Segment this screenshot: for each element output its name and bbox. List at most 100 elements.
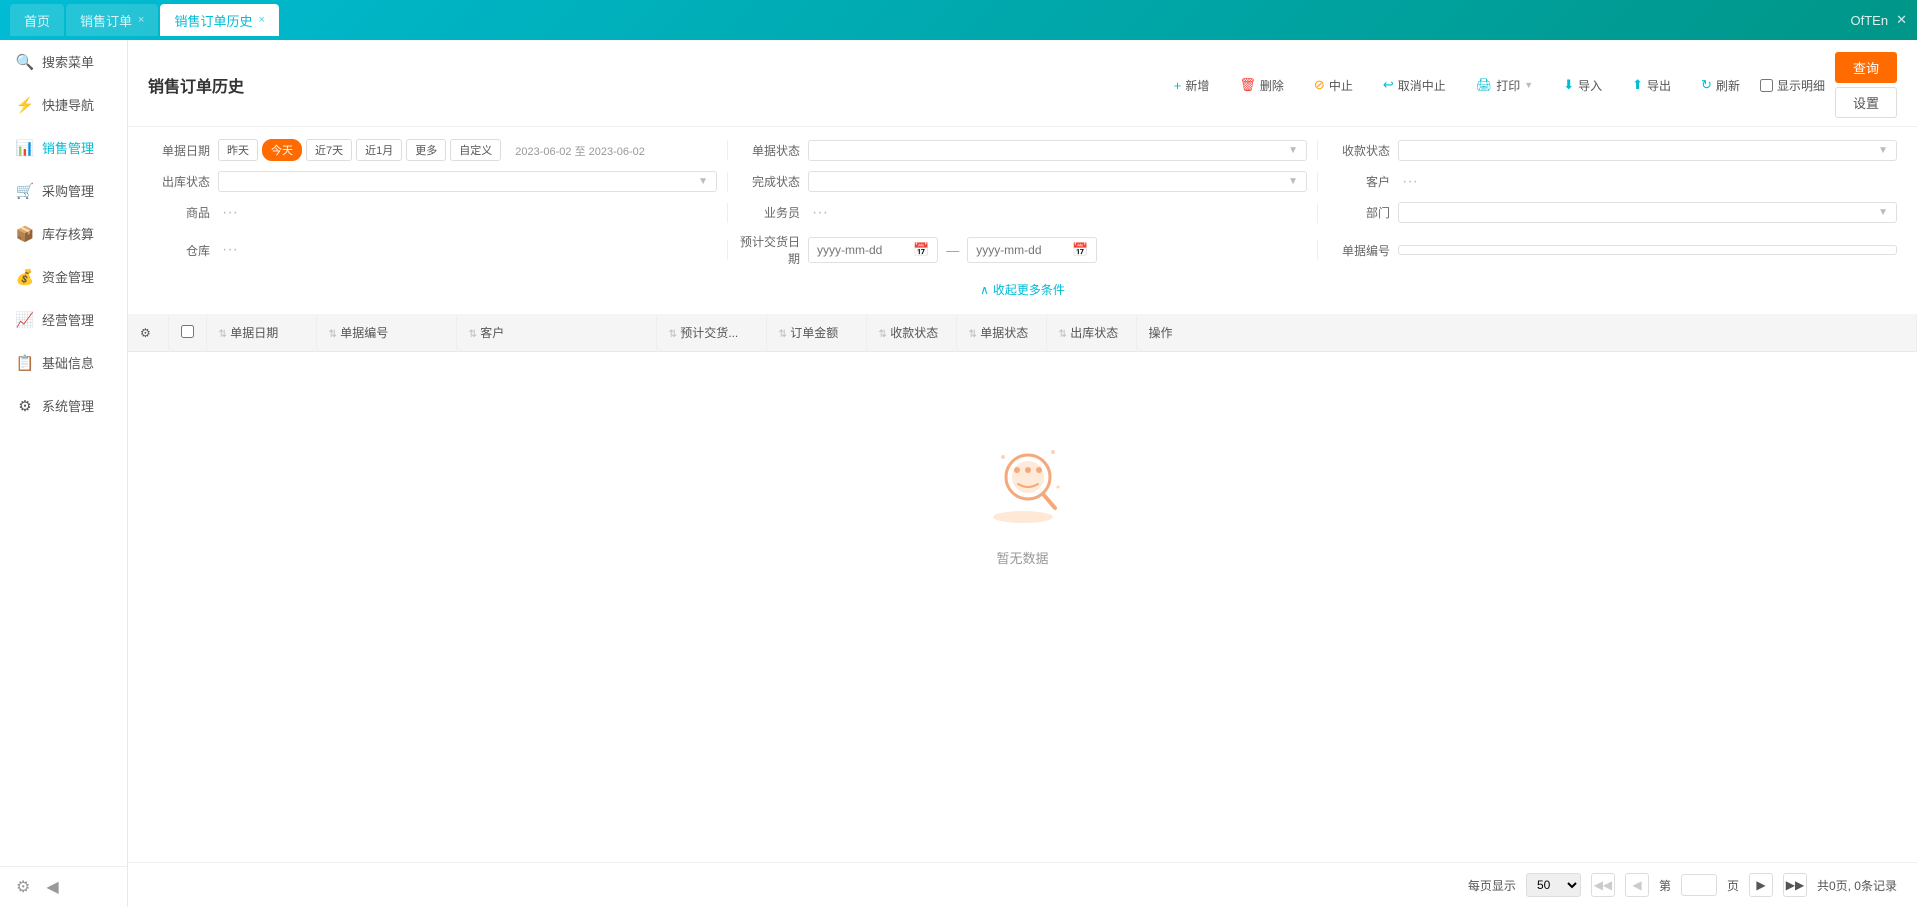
collapse-up-icon: ∧ xyxy=(980,283,989,297)
sidebar-operations-label: 经营管理 xyxy=(42,310,94,329)
divider-2 xyxy=(1317,140,1318,160)
tab-sales-order-history-close[interactable]: × xyxy=(258,14,264,26)
delivery-date-label: 预计交货日期 xyxy=(738,233,808,267)
stop-label: 中止 xyxy=(1329,77,1353,94)
import-label: 导入 xyxy=(1578,77,1602,94)
sidebar-item-search[interactable]: 🔍 搜索菜单 xyxy=(0,40,127,83)
col-settings-icon[interactable]: ⚙ xyxy=(140,326,151,340)
complete-status-select[interactable]: ▼ xyxy=(808,171,1307,192)
tab-sales-order-close[interactable]: × xyxy=(138,14,144,26)
sidebar-system-label: 系统管理 xyxy=(42,396,94,415)
settings-button[interactable]: 设置 xyxy=(1835,87,1897,118)
page-number-input[interactable]: 1 xyxy=(1681,874,1717,896)
tab-bar: 首页 销售订单 × 销售订单历史 × xyxy=(10,4,1851,36)
sidebar-item-system[interactable]: ⚙ 系统管理 xyxy=(0,384,127,427)
complete-status-label: 完成状态 xyxy=(738,173,808,190)
customer-field: ··· xyxy=(1398,173,1897,191)
col-customer-label: 客户 xyxy=(480,326,504,340)
filter-row-4: 仓库 ··· 预计交货日期 📅 — 📅 xyxy=(148,233,1897,267)
sidebar-collapse-icon[interactable]: ◀ xyxy=(46,877,58,897)
sidebar-settings-icon[interactable]: ⚙ xyxy=(16,877,30,897)
col-amount[interactable]: ⇅ 订单金额 xyxy=(766,314,866,352)
delivery-date-to[interactable]: 📅 xyxy=(967,237,1097,263)
warehouse-status-field: ▼ xyxy=(218,171,717,192)
col-delivery-label: 预计交货... xyxy=(680,326,738,340)
col-amount-label: 订单金额 xyxy=(790,326,838,340)
sidebar-quick-nav-label: 快捷导航 xyxy=(42,95,94,114)
tab-sales-order-history[interactable]: 销售订单历史 × xyxy=(160,4,278,36)
delete-button[interactable]: 🗑 删除 xyxy=(1229,72,1294,99)
order-no-input[interactable] xyxy=(1398,245,1897,255)
often-label: OfTEn xyxy=(1851,13,1889,28)
query-button[interactable]: 查询 xyxy=(1835,52,1897,83)
col-settings[interactable]: ⚙ xyxy=(128,314,168,352)
customer-dots-btn[interactable]: ··· xyxy=(1398,173,1422,191)
date-custom[interactable]: 自定义 xyxy=(450,139,501,161)
import-button[interactable]: ⬇ 导入 xyxy=(1553,72,1612,99)
cancel-stop-button[interactable]: ↩ 取消中止 xyxy=(1373,72,1456,99)
col-customer[interactable]: ⇅ 客户 xyxy=(456,314,656,352)
sidebar-sales-label: 销售管理 xyxy=(42,138,94,157)
order-status-select[interactable]: ▼ xyxy=(808,140,1307,161)
date-7days[interactable]: 近7天 xyxy=(306,139,352,161)
col-warehouse-status[interactable]: ⇅ 出库状态 xyxy=(1046,314,1136,352)
export-button[interactable]: ⬆ 导出 xyxy=(1622,72,1681,99)
sidebar-item-operations[interactable]: 📈 经营管理 xyxy=(0,298,127,341)
col-date[interactable]: ⇅ 单据日期 xyxy=(206,314,316,352)
divider-4 xyxy=(1317,172,1318,192)
date-label: 单据日期 xyxy=(148,142,218,159)
delivery-date-from-input[interactable] xyxy=(817,243,907,257)
tab-home-label: 首页 xyxy=(24,11,50,30)
sidebar-item-finance[interactable]: 💰 资金管理 xyxy=(0,255,127,298)
calendar-from-icon: 📅 xyxy=(913,242,929,258)
col-check[interactable] xyxy=(168,314,206,352)
salesperson-dots-btn[interactable]: ··· xyxy=(808,204,832,222)
sidebar-item-purchase[interactable]: 🛒 采购管理 xyxy=(0,169,127,212)
tab-sales-order[interactable]: 销售订单 × xyxy=(66,4,158,36)
stop-button[interactable]: ⊘ 中止 xyxy=(1304,72,1363,99)
next-page-btn[interactable]: ▶ xyxy=(1749,873,1773,897)
delivery-date-from[interactable]: 📅 xyxy=(808,237,938,263)
sidebar-item-quick-nav[interactable]: ⚡ 快捷导航 xyxy=(0,83,127,126)
divider-1 xyxy=(727,140,728,160)
display-cols-toggle[interactable]: 显示明细 xyxy=(1760,77,1825,94)
display-cols-checkbox[interactable] xyxy=(1760,79,1773,92)
salesperson-field: ··· xyxy=(808,204,1307,222)
filter-row-2: 出库状态 ▼ 完成状态 ▼ 客户 xyxy=(148,171,1897,192)
col-payment-status[interactable]: ⇅ 收款状态 xyxy=(866,314,956,352)
product-dots-btn[interactable]: ··· xyxy=(218,204,242,222)
date-today[interactable]: 今天 xyxy=(262,139,302,161)
department-select[interactable]: ▼ xyxy=(1398,202,1897,223)
per-page-select[interactable]: 50 10 20 100 xyxy=(1526,873,1581,897)
page-of-label: 页 xyxy=(1727,877,1739,894)
prev-page-btn[interactable]: ◀ xyxy=(1625,873,1649,897)
date-range-display: 2023-06-02 至 2023-06-02 xyxy=(515,141,645,159)
col-order-status[interactable]: ⇅ 单据状态 xyxy=(956,314,1046,352)
last-page-btn[interactable]: ▶▶ xyxy=(1783,873,1807,897)
tab-home[interactable]: 首页 xyxy=(10,4,64,36)
payment-status-select[interactable]: ▼ xyxy=(1398,140,1897,161)
sidebar-item-inventory[interactable]: 📦 库存核算 xyxy=(0,212,127,255)
sidebar-item-sales[interactable]: 📊 销售管理 xyxy=(0,126,127,169)
sidebar-item-basic-info[interactable]: 📋 基础信息 xyxy=(0,341,127,384)
select-all-checkbox[interactable] xyxy=(181,325,194,338)
topbar-close-icon[interactable]: ✕ xyxy=(1896,12,1907,28)
date-more[interactable]: 更多 xyxy=(406,139,446,161)
stop-icon: ⊘ xyxy=(1314,77,1325,93)
collapse-btn[interactable]: ∧ 收起更多条件 xyxy=(976,277,1069,302)
date-1month[interactable]: 近1月 xyxy=(356,139,402,161)
delivery-date-to-input[interactable] xyxy=(976,243,1066,257)
col-no[interactable]: ⇅ 单据编号 xyxy=(316,314,456,352)
refresh-button[interactable]: ↻ 刷新 xyxy=(1691,72,1750,99)
first-page-btn[interactable]: ◀◀ xyxy=(1591,873,1615,897)
date-yesterday[interactable]: 昨天 xyxy=(218,139,258,161)
print-button[interactable]: 🖨 打印 ▼ xyxy=(1466,72,1543,99)
sidebar-search-label: 搜索菜单 xyxy=(42,52,94,71)
warehouse-status-select[interactable]: ▼ xyxy=(218,171,717,192)
warehouse-dots-btn[interactable]: ··· xyxy=(218,241,242,259)
new-button[interactable]: + 新增 xyxy=(1164,72,1220,99)
col-delivery[interactable]: ⇅ 预计交货... xyxy=(656,314,766,352)
date-quick-btns: 昨天 今天 近7天 近1月 更多 自定义 xyxy=(218,139,501,161)
sidebar-basic-info-label: 基础信息 xyxy=(42,353,94,372)
salesperson-label: 业务员 xyxy=(738,204,808,221)
